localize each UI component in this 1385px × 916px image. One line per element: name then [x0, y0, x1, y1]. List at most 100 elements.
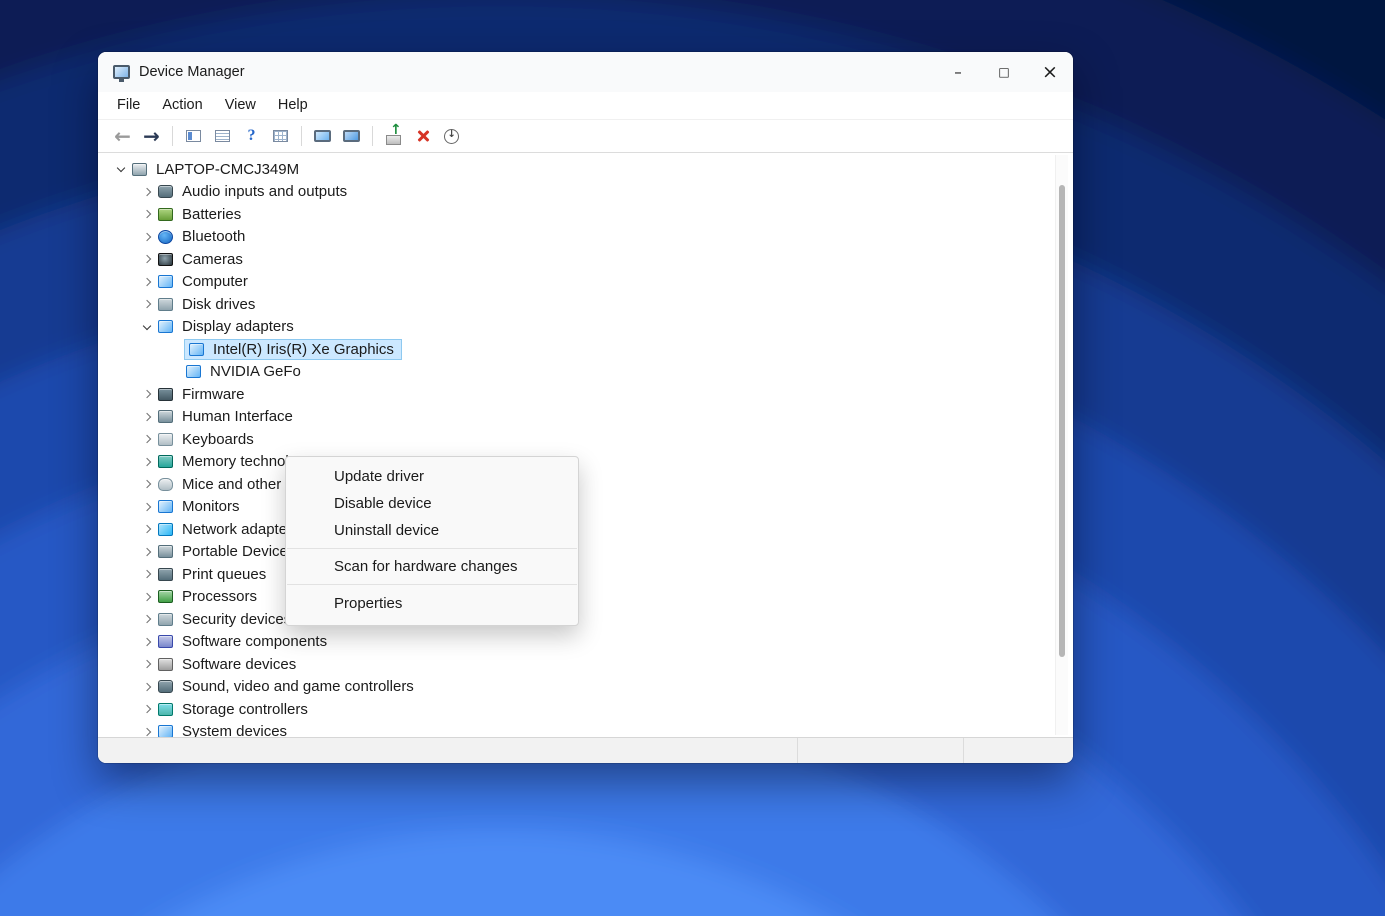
chevron-right-icon[interactable]: [138, 565, 156, 583]
chevron-right-icon[interactable]: [138, 228, 156, 246]
chevron-right-icon[interactable]: [138, 678, 156, 696]
tree-item-batteries[interactable]: Batteries: [98, 203, 1073, 226]
console-tree-icon: [186, 130, 201, 142]
tree-item-disk-drives[interactable]: Disk drives: [98, 293, 1073, 316]
chevron-down-icon[interactable]: [112, 160, 130, 178]
titlebar[interactable]: Device Manager – □ ×: [98, 52, 1073, 92]
context-menu-item-uninstall-device[interactable]: Uninstall device: [286, 517, 578, 544]
vertical-scrollbar[interactable]: [1055, 155, 1068, 735]
tree-item-portable-devices[interactable]: Portable Devices: [98, 541, 1073, 564]
tree-item-software-devices[interactable]: Software devices: [98, 653, 1073, 676]
tree-item-computer[interactable]: Computer: [98, 271, 1073, 294]
uninstall-device-button[interactable]: [409, 123, 436, 150]
back-button[interactable]: ←: [109, 123, 136, 150]
tree-item-monitors[interactable]: Monitors: [98, 496, 1073, 519]
selected-tree-item: Intel(R) Iris(R) Xe Graphics: [184, 338, 402, 360]
gpu-icon: [186, 365, 201, 379]
enable-device-button[interactable]: [380, 122, 407, 150]
tree-item-processors[interactable]: Processors: [98, 586, 1073, 609]
chevron-right-icon[interactable]: [138, 633, 156, 651]
toolbar-separator: [372, 126, 373, 146]
portable-device-icon: [158, 545, 173, 559]
chevron-right-icon[interactable]: [138, 385, 156, 403]
help-button[interactable]: ?: [238, 123, 265, 150]
tree-item-security-devices[interactable]: Security devices: [98, 608, 1073, 631]
show-console-tree-button[interactable]: [180, 123, 207, 150]
close-button[interactable]: ×: [1027, 52, 1073, 92]
camera-icon: [158, 252, 173, 266]
scan-hardware-changes-button[interactable]: [338, 123, 365, 150]
chevron-right-icon[interactable]: [138, 475, 156, 493]
tree-item-label: System devices: [182, 723, 288, 737]
chevron-right-icon[interactable]: [138, 205, 156, 223]
mouse-icon: [158, 477, 173, 491]
chevron-right-icon[interactable]: [138, 543, 156, 561]
tree-item-display-adapters[interactable]: Display adapters: [98, 316, 1073, 339]
uninstall-device-icon: [416, 129, 430, 143]
menu-file[interactable]: File: [106, 92, 151, 119]
monitor-icon: [158, 500, 173, 514]
tree-item-system-devices[interactable]: System devices: [98, 721, 1073, 737]
export-list-button[interactable]: [267, 123, 294, 150]
tree-item-print-queues[interactable]: Print queues: [98, 563, 1073, 586]
firmware-icon: [158, 387, 173, 401]
scrollbar-thumb[interactable]: [1059, 185, 1065, 657]
tree-item-nvidia-geforce[interactable]: NVIDIA GeFo: [98, 361, 1073, 384]
chevron-right-icon[interactable]: [138, 250, 156, 268]
maximize-button[interactable]: □: [981, 52, 1027, 92]
chevron-right-icon[interactable]: [138, 700, 156, 718]
chevron-right-icon[interactable]: [138, 430, 156, 448]
tree-item-sound-controllers[interactable]: Sound, video and game controllers: [98, 676, 1073, 699]
disable-device-button[interactable]: [438, 123, 465, 150]
context-menu-item-disable-device[interactable]: Disable device: [286, 490, 578, 517]
tree-item-label: Human Interface: [182, 408, 293, 426]
tree-item-memory-technology[interactable]: Memory technol: [98, 451, 1073, 474]
keyboard-icon: [158, 432, 173, 446]
minimize-button[interactable]: –: [935, 52, 981, 92]
security-icon: [158, 612, 173, 626]
chevron-right-icon[interactable]: [138, 295, 156, 313]
update-driver-button[interactable]: [309, 123, 336, 150]
tree-item-label: Processors: [182, 588, 258, 606]
properties-button[interactable]: [209, 123, 236, 150]
tree-item-label: Portable Devices: [182, 543, 296, 561]
chevron-right-icon[interactable]: [138, 273, 156, 291]
menu-help[interactable]: Help: [267, 92, 319, 119]
tree-item-software-components[interactable]: Software components: [98, 631, 1073, 654]
tree-item-storage-controllers[interactable]: Storage controllers: [98, 698, 1073, 721]
chevron-right-icon[interactable]: [138, 723, 156, 737]
tree-item-audio-inputs[interactable]: Audio inputs and outputs: [98, 181, 1073, 204]
context-menu-item-scan-hardware-changes[interactable]: Scan for hardware changes: [286, 553, 578, 580]
scan-hardware-changes-icon: [343, 130, 360, 142]
context-menu-separator: [287, 548, 577, 549]
chevron-right-icon[interactable]: [138, 655, 156, 673]
forward-button[interactable]: →: [138, 123, 165, 150]
tree-item-firmware[interactable]: Firmware: [98, 383, 1073, 406]
tree-item-cameras[interactable]: Cameras: [98, 248, 1073, 271]
chevron-right-icon[interactable]: [138, 408, 156, 426]
chevron-right-icon[interactable]: [138, 588, 156, 606]
computer-icon: [158, 275, 173, 289]
tree-item-label: Monitors: [182, 498, 240, 516]
tree-item-label: Memory technol: [182, 453, 289, 471]
chevron-right-icon[interactable]: [138, 498, 156, 516]
context-menu-item-properties[interactable]: Properties: [286, 589, 578, 619]
tree-item-mice[interactable]: Mice and other p: [98, 473, 1073, 496]
tree-item-bluetooth[interactable]: Bluetooth: [98, 226, 1073, 249]
chevron-right-icon[interactable]: [138, 610, 156, 628]
tree-item-human-interface[interactable]: Human Interface: [98, 406, 1073, 429]
chevron-down-icon[interactable]: [138, 318, 156, 336]
chevron-right-icon[interactable]: [138, 183, 156, 201]
titlebar-left: Device Manager: [98, 64, 245, 82]
chevron-right-icon[interactable]: [138, 453, 156, 471]
tree-item-keyboards[interactable]: Keyboards: [98, 428, 1073, 451]
tree-item-network-adapters[interactable]: Network adapters: [98, 518, 1073, 541]
menu-action[interactable]: Action: [151, 92, 213, 119]
chevron-right-icon[interactable]: [138, 520, 156, 538]
tree-item-label: LAPTOP-CMCJ349M: [156, 160, 300, 178]
tree-item-intel-iris-xe[interactable]: Intel(R) Iris(R) Xe Graphics: [98, 338, 1073, 361]
context-menu-item-update-driver[interactable]: Update driver: [286, 463, 578, 490]
menu-view[interactable]: View: [214, 92, 267, 119]
tree-item-computer-root[interactable]: LAPTOP-CMCJ349M: [98, 158, 1073, 181]
tree-item-label: Intel(R) Iris(R) Xe Graphics: [213, 340, 394, 358]
